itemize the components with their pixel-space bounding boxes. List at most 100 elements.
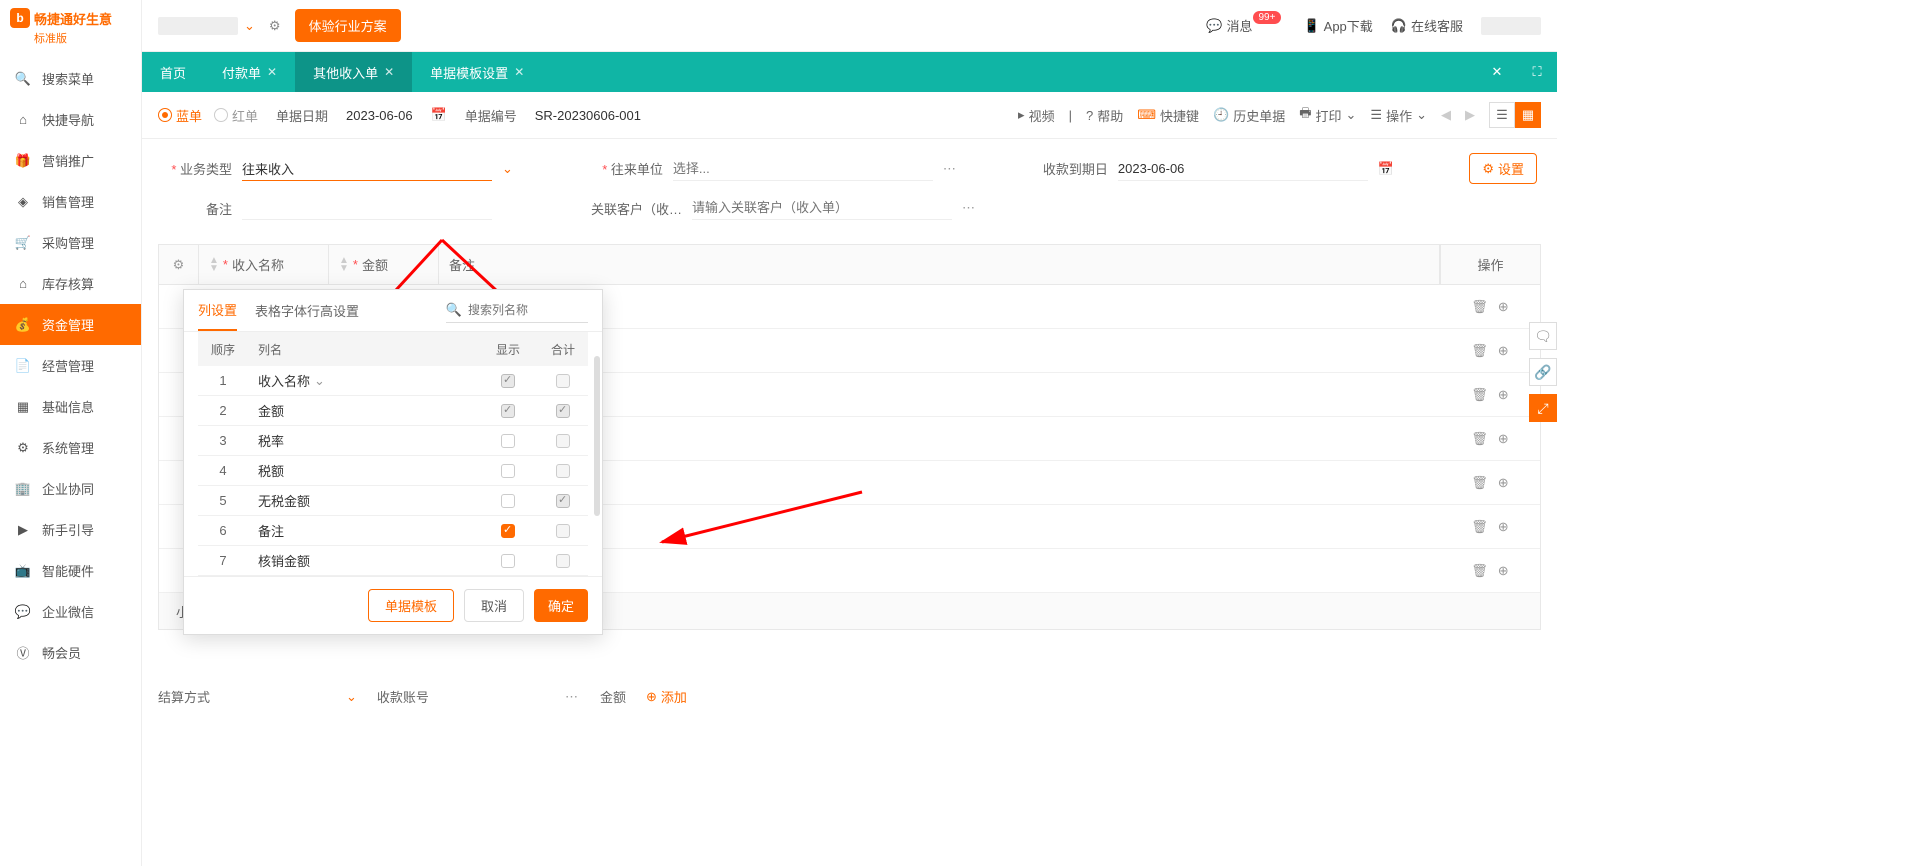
- settings-button[interactable]: ⚙ 设置: [1469, 153, 1537, 184]
- chevron-down-icon[interactable]: ⌄: [314, 373, 325, 389]
- popup-template-button[interactable]: 单据模板: [368, 589, 454, 622]
- next-doc-button[interactable]: ▶: [1465, 107, 1475, 123]
- delete-icon[interactable]: 🗑: [1471, 343, 1488, 359]
- sidebar-item-search[interactable]: 🔍搜索菜单: [0, 58, 141, 99]
- prev-doc-button[interactable]: ◀: [1441, 107, 1451, 123]
- popup-cancel-button[interactable]: 取消: [464, 589, 524, 622]
- copy-icon[interactable]: ⊕: [1498, 431, 1509, 447]
- rail-attach-icon[interactable]: 🔗: [1529, 358, 1557, 386]
- th-amount: 金额: [362, 255, 388, 274]
- sidebar-item-cart[interactable]: 🛒采购管理: [0, 222, 141, 263]
- popup-ok-button[interactable]: 确定: [534, 589, 588, 622]
- unit-input[interactable]: [673, 157, 933, 181]
- checkbox-icon[interactable]: [501, 464, 515, 478]
- copy-icon[interactable]: ⊕: [1498, 343, 1509, 359]
- delete-icon[interactable]: 🗑: [1471, 475, 1488, 491]
- sidebar-item-label: 快捷导航: [42, 110, 94, 129]
- sidebar-item-home[interactable]: ⌂快捷导航: [0, 99, 141, 140]
- biz-type-input[interactable]: [242, 157, 492, 181]
- sidebar-item-chat[interactable]: 💬企业微信: [0, 591, 141, 632]
- checkbox-icon[interactable]: [501, 494, 515, 508]
- operate-button[interactable]: ☰操作⌄: [1370, 106, 1427, 125]
- add-settlement-button[interactable]: ⊕ 添加: [646, 687, 687, 706]
- messages-button[interactable]: 💬 消息 99+: [1206, 16, 1285, 35]
- sidebar-item-play[interactable]: ▶新手引导: [0, 509, 141, 550]
- copy-icon[interactable]: ⊕: [1498, 519, 1509, 535]
- sidebar-item-gift[interactable]: 🎁营销推广: [0, 140, 141, 181]
- checkbox-icon[interactable]: [556, 404, 570, 418]
- checkbox-icon[interactable]: [501, 524, 515, 538]
- close-icon[interactable]: ✕: [514, 65, 524, 79]
- account-more-icon[interactable]: ⋯: [565, 689, 580, 705]
- sidebar-item-gear[interactable]: ⚙系统管理: [0, 427, 141, 468]
- popup-tab-font[interactable]: 表格字体行高设置: [255, 301, 359, 330]
- delete-icon[interactable]: 🗑: [1471, 431, 1488, 447]
- user-redacted[interactable]: [1481, 17, 1541, 35]
- sort-icon[interactable]: ▲▼: [209, 257, 219, 273]
- gear-icon[interactable]: ⚙: [269, 18, 281, 34]
- remark-input[interactable]: [242, 196, 492, 220]
- popup-tab-columns[interactable]: 列设置: [198, 300, 237, 331]
- copy-icon[interactable]: ⊕: [1498, 475, 1509, 491]
- tab[interactable]: 付款单✕: [204, 52, 295, 92]
- sidebar-item-building[interactable]: 🏢企业协同: [0, 468, 141, 509]
- shortcut-button[interactable]: ⌨快捷键: [1137, 106, 1199, 125]
- sidebar-item-grid[interactable]: ▦基础信息: [0, 386, 141, 427]
- demo-button[interactable]: 体验行业方案: [295, 9, 401, 42]
- tab-close-all-icon[interactable]: ✕: [1477, 52, 1517, 92]
- checkbox-icon[interactable]: [501, 434, 515, 448]
- delete-icon[interactable]: 🗑: [1471, 387, 1488, 403]
- red-bill-radio[interactable]: 红单: [214, 106, 258, 125]
- sidebar-item-tag[interactable]: ◈销售管理: [0, 181, 141, 222]
- unit-more-icon[interactable]: ⋯: [943, 161, 958, 177]
- checkbox-icon[interactable]: [501, 554, 515, 568]
- sidebar-item-stock[interactable]: ⌂库存核算: [0, 263, 141, 304]
- sidebar-item-wallet[interactable]: 💰资金管理: [0, 304, 141, 345]
- tab[interactable]: 首页: [142, 52, 204, 92]
- sidebar-item-doc[interactable]: 📄经营管理: [0, 345, 141, 386]
- app-download-button[interactable]: 📱 App下载: [1303, 16, 1372, 35]
- delete-icon[interactable]: 🗑: [1471, 519, 1488, 535]
- checkbox-icon[interactable]: [556, 494, 570, 508]
- support-button[interactable]: 🎧 在线客服: [1391, 16, 1463, 35]
- sidebar-item-device[interactable]: 📺智能硬件: [0, 550, 141, 591]
- delete-icon[interactable]: 🗑: [1471, 299, 1488, 315]
- rail-note-icon[interactable]: 🗨: [1529, 322, 1557, 350]
- tab[interactable]: 单据模板设置✕: [412, 52, 542, 92]
- blue-bill-radio[interactable]: 蓝单: [158, 106, 202, 125]
- copy-icon[interactable]: ⊕: [1498, 387, 1509, 403]
- sidebar-item-member[interactable]: Ⓥ畅会员: [0, 632, 141, 673]
- help-button[interactable]: ?帮助: [1086, 106, 1123, 125]
- due-date-input[interactable]: [1118, 157, 1368, 181]
- video-help-button[interactable]: ▸视频: [1018, 106, 1055, 125]
- view-form-button[interactable]: ▦: [1515, 102, 1541, 128]
- column-setting-row: 7核销金额: [198, 546, 588, 576]
- popup-search-input[interactable]: [468, 303, 588, 317]
- sort-icon[interactable]: ▲▼: [339, 257, 349, 273]
- rel-customer-more-icon[interactable]: ⋯: [962, 200, 977, 216]
- company-selector[interactable]: ⌄: [158, 17, 255, 35]
- checkbox-icon[interactable]: [501, 374, 515, 388]
- tab[interactable]: 其他收入单✕: [295, 52, 412, 92]
- column-settings-button[interactable]: ⚙: [159, 245, 199, 284]
- popup-scrollbar[interactable]: [594, 356, 600, 516]
- doc-date-value[interactable]: 2023-06-06: [346, 108, 413, 123]
- calendar-icon[interactable]: 📅: [431, 107, 447, 123]
- copy-icon[interactable]: ⊕: [1498, 299, 1509, 315]
- delete-icon[interactable]: 🗑: [1471, 563, 1488, 579]
- close-icon[interactable]: ✕: [267, 65, 277, 79]
- chevron-down-icon[interactable]: ⌄: [346, 689, 357, 705]
- close-icon[interactable]: ✕: [384, 65, 394, 79]
- view-list-button[interactable]: ☰: [1489, 102, 1515, 128]
- print-button[interactable]: 🖶打印⌄: [1299, 104, 1356, 126]
- calendar-icon[interactable]: 📅: [1378, 161, 1394, 177]
- remark-label: 备注: [162, 199, 232, 218]
- history-button[interactable]: 🕘历史单据: [1213, 106, 1285, 125]
- copy-icon[interactable]: ⊕: [1498, 563, 1509, 579]
- rel-customer-input[interactable]: [692, 196, 952, 220]
- tab-fullscreen-icon[interactable]: ⛶: [1517, 52, 1557, 92]
- rail-expand-icon[interactable]: ⤢: [1529, 394, 1557, 422]
- checkbox-icon[interactable]: [501, 404, 515, 418]
- popup-th-sum: 合计: [538, 341, 588, 358]
- chevron-down-icon[interactable]: ⌄: [502, 161, 513, 177]
